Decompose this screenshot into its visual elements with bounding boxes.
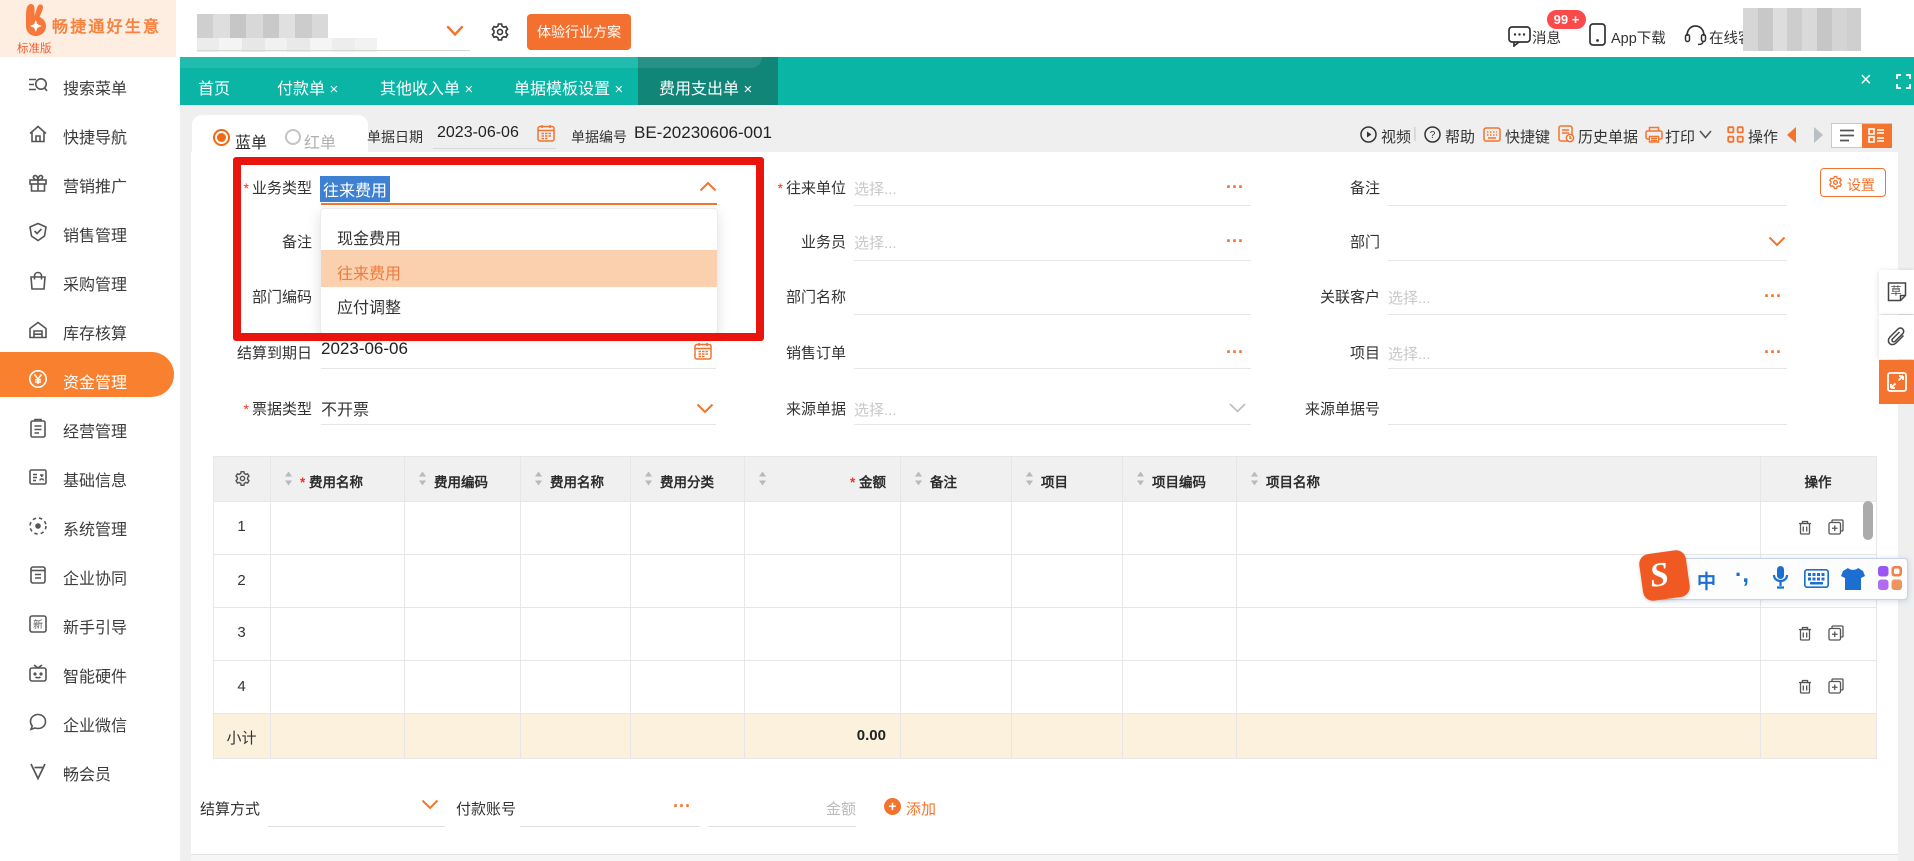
svg-text:新: 新 bbox=[33, 618, 43, 631]
svg-text:草: 草 bbox=[1891, 285, 1902, 298]
svg-text:?: ? bbox=[1430, 130, 1436, 141]
